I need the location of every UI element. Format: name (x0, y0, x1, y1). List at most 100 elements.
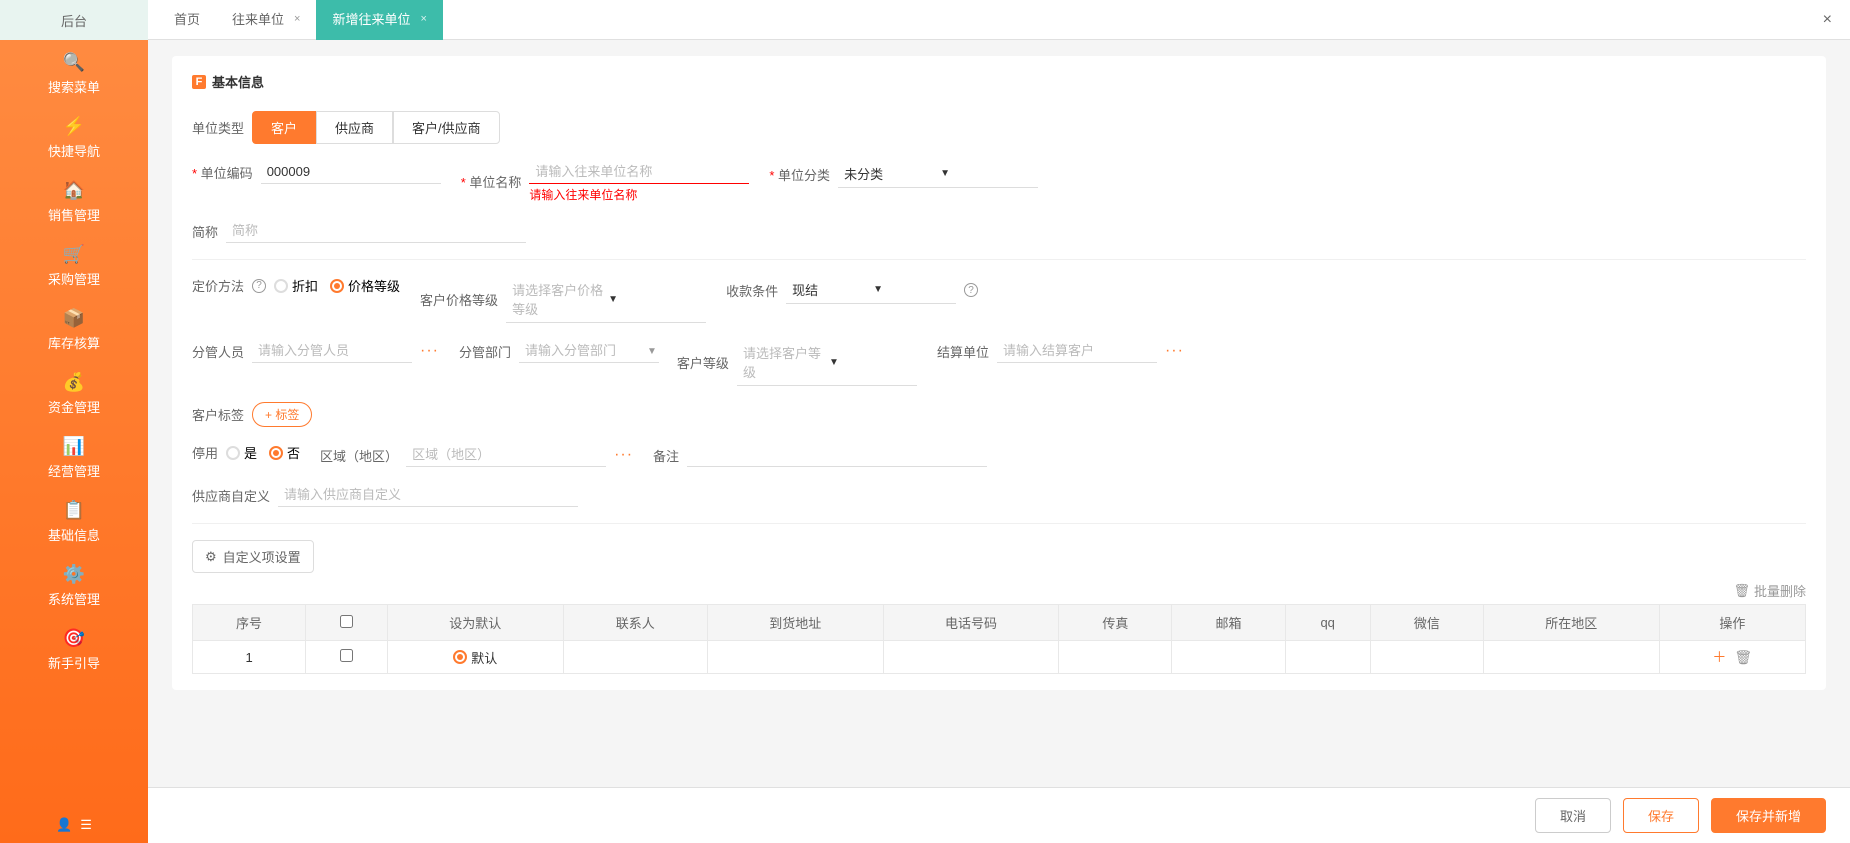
main-area: 首页 往来单位 × 新增往来单位 × × F 基本信息 单位类型 客户 (148, 0, 1850, 843)
row-checkbox[interactable] (340, 649, 353, 662)
pricing-help-icon[interactable]: ? (252, 279, 266, 293)
short-name-input[interactable] (226, 219, 526, 243)
sidebar-item-system[interactable]: ⚙️ 系统管理 (0, 552, 148, 616)
region-input[interactable] (406, 443, 606, 467)
pricing-level-radio[interactable]: 价格等级 (330, 276, 400, 295)
table-row: 1 默认 (193, 641, 1806, 674)
cancel-button[interactable]: 取消 (1535, 798, 1611, 833)
col-phone: 电话号码 (883, 605, 1059, 641)
disabled-yes-radio[interactable]: 是 (226, 443, 257, 462)
category-value: 未分类 (844, 164, 936, 183)
supplier-custom-row: 供应商自定义 (192, 483, 1806, 507)
category-select[interactable]: 未分类 ▼ (838, 160, 1038, 188)
dept-group: 分管部门 ▼ (459, 339, 657, 363)
sidebar-item-purchase[interactable]: 🛒 采购管理 (0, 232, 148, 296)
pricing-discount-radio[interactable]: 折扣 (274, 276, 318, 295)
price-level-placeholder: 请选择客户价格等级 (512, 280, 604, 318)
unit-type-customer-btn[interactable]: 客户 (252, 111, 316, 144)
col-action: 操作 (1659, 605, 1805, 641)
tab-new-contact-close[interactable]: × (420, 13, 426, 25)
dept-input[interactable] (519, 339, 659, 363)
row-default-circle (453, 650, 467, 664)
sidebar-item-basics[interactable]: 📋 基础信息 (0, 488, 148, 552)
sidebar-item-finance[interactable]: 💰 资金管理 (0, 360, 148, 424)
row-region (1483, 641, 1659, 674)
payment-select[interactable]: 现结 ▼ (786, 276, 956, 304)
batch-delete-label[interactable]: 批量删除 (1754, 581, 1806, 600)
save-new-button[interactable]: 保存并新增 (1711, 798, 1826, 833)
supplier-custom-group: 供应商自定义 (192, 483, 578, 507)
manager-label: 分管人员 (192, 342, 244, 361)
customer-level-label: 客户等级 (677, 353, 729, 372)
unit-type-both-btn[interactable]: 客户/供应商 (393, 111, 500, 144)
save-button[interactable]: 保存 (1623, 798, 1699, 833)
manager-more-btn[interactable]: ··· (420, 342, 439, 360)
region-group: 区域（地区） ··· (320, 443, 633, 467)
add-tag-button[interactable]: + 标签 (252, 402, 312, 427)
remark-label: 备注 (653, 446, 679, 465)
disabled-no-circle (269, 446, 283, 460)
sidebar-item-label: 快捷导航 (48, 141, 100, 160)
sidebar-item-label: 库存核算 (48, 333, 100, 352)
region-more-btn[interactable]: ··· (614, 446, 633, 464)
sidebar-item-guide[interactable]: 🎯 新手引导 (0, 616, 148, 680)
short-name-group: 简称 (192, 219, 526, 243)
table-body: 1 默认 (193, 641, 1806, 674)
settlement-input[interactable] (997, 339, 1157, 363)
tab-new-contact-label: 新增往来单位 (332, 9, 410, 28)
manager-input[interactable] (252, 339, 412, 363)
divider-1 (192, 259, 1806, 260)
purchase-icon: 🛒 (63, 244, 85, 265)
disabled-no-radio[interactable]: 否 (269, 443, 300, 462)
price-level-label: 客户价格等级 (420, 290, 498, 309)
row-add-btn[interactable]: ＋ (1712, 647, 1726, 667)
row-qq (1285, 641, 1370, 674)
sidebar-item-operations[interactable]: 📊 经营管理 (0, 424, 148, 488)
tab-contacts-label: 往来单位 (232, 9, 284, 28)
remark-input[interactable] (687, 443, 987, 467)
customer-level-select[interactable]: 请选择客户等级 ▼ (737, 339, 917, 386)
supplier-custom-input[interactable] (278, 483, 578, 507)
name-input[interactable] (529, 160, 749, 184)
quick-nav-icon: ⚡ (63, 116, 85, 137)
unit-type-supplier-btn[interactable]: 供应商 (316, 111, 393, 144)
sidebar-item-quick-nav[interactable]: ⚡ 快捷导航 (0, 104, 148, 168)
code-label: 单位编码 (192, 163, 253, 182)
select-all-checkbox[interactable] (340, 615, 353, 628)
col-email: 邮箱 (1172, 605, 1285, 641)
price-level-select[interactable]: 请选择客户价格等级 ▼ (506, 276, 706, 323)
manager-group: 分管人员 ··· (192, 339, 439, 363)
dept-arrow: ▼ (647, 346, 657, 357)
tab-contacts-close[interactable]: × (294, 13, 300, 25)
sidebar-item-sales[interactable]: 🏠 销售管理 (0, 168, 148, 232)
tab-home-label: 首页 (174, 9, 200, 28)
tab-home[interactable]: 首页 (158, 0, 216, 40)
custom-settings-button[interactable]: ⚙ 自定义项设置 (192, 540, 314, 573)
row-default-label: 默认 (471, 648, 497, 667)
supplier-custom-label: 供应商自定义 (192, 486, 270, 505)
name-group: 单位名称 请输入往来单位名称 (461, 160, 750, 203)
disabled-yes-circle (226, 446, 240, 460)
code-input[interactable] (261, 160, 441, 184)
sidebar-item-inventory[interactable]: 📦 库存核算 (0, 296, 148, 360)
code-group: 单位编码 (192, 160, 441, 184)
tab-contacts[interactable]: 往来单位 × (216, 0, 316, 40)
row-actions: ＋ 🗑 (1659, 641, 1805, 674)
sidebar-item-label: 基础信息 (48, 525, 100, 544)
payment-help-icon[interactable]: ? (964, 283, 978, 297)
unit-type-row: 单位类型 客户 供应商 客户/供应商 (192, 111, 1806, 144)
section-title-basic: F 基本信息 (192, 72, 1806, 91)
row-default-radio[interactable]: 默认 (398, 648, 553, 667)
category-dropdown-arrow: ▼ (940, 168, 1032, 179)
payment-label: 收款条件 (726, 281, 778, 300)
settlement-more-btn[interactable]: ··· (1165, 342, 1184, 360)
tab-new-contact[interactable]: 新增往来单位 × (316, 0, 442, 40)
basics-icon: 📋 (63, 500, 85, 521)
row-delete-btn[interactable]: 🗑 (1734, 649, 1752, 666)
settings-gear-icon: ⚙ (205, 549, 217, 565)
sidebar-item-search[interactable]: 🔍 搜索菜单 (0, 40, 148, 104)
main-close-button[interactable]: × (1815, 11, 1840, 29)
sidebar-user-icon: 👤 (56, 817, 72, 833)
unit-type-buttons: 客户 供应商 客户/供应商 (252, 111, 500, 144)
payment-group: 收款条件 现结 ▼ ? (726, 276, 978, 304)
